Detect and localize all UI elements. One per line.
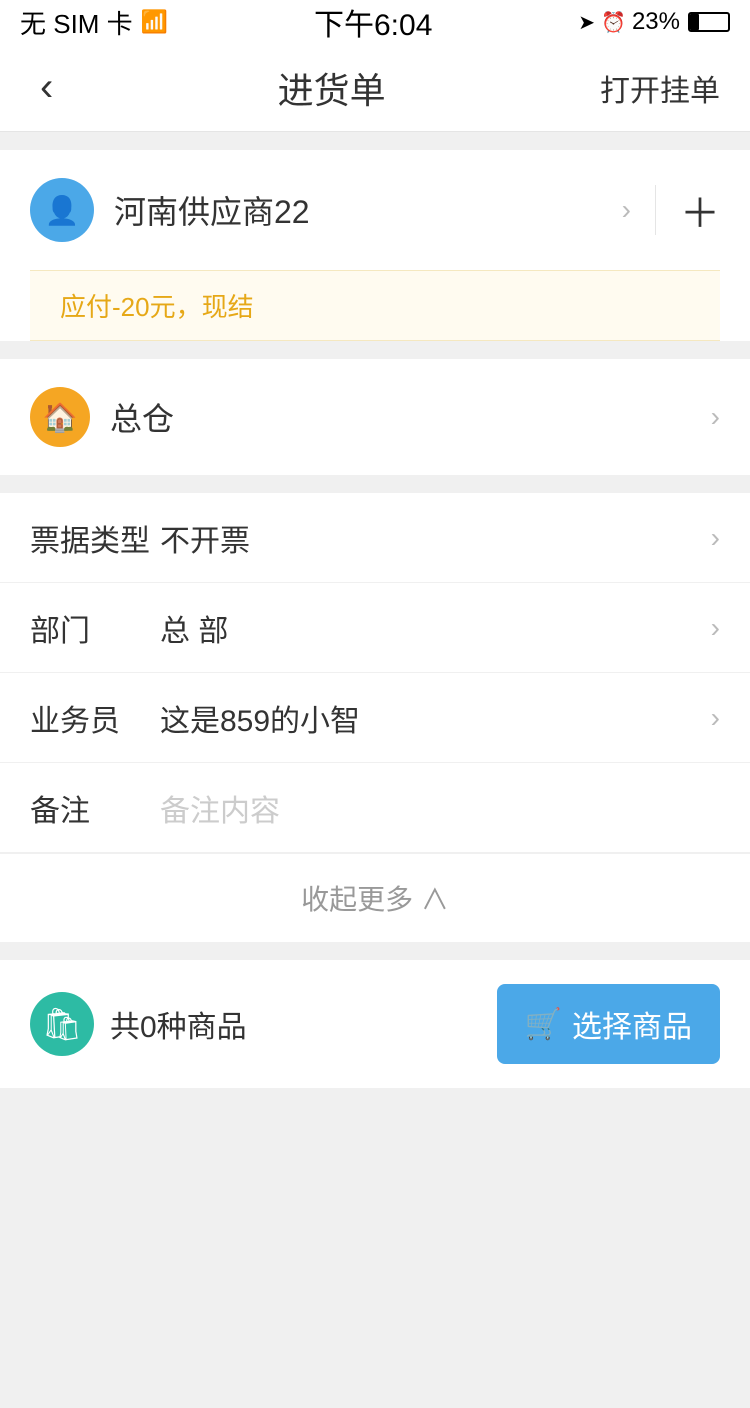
supplier-avatar: 👤 — [30, 178, 94, 242]
alarm-icon: ⏰ — [601, 10, 626, 35]
select-products-label: 选择商品 — [572, 1002, 692, 1046]
warehouse-icon: 🏠 — [30, 387, 90, 447]
salesperson-chevron-icon: › — [711, 702, 720, 734]
status-bar: 无 SIM 卡 📶 下午6:04 ➤ ⏰ 23% — [0, 0, 750, 44]
invoice-type-row[interactable]: 票据类型 不开票 › — [0, 493, 750, 583]
department-row[interactable]: 部门 总 部 › — [0, 583, 750, 673]
wifi-icon: 📶 — [141, 9, 168, 35]
location-icon: ➤ — [578, 10, 595, 35]
remark-input[interactable]: 备注内容 — [160, 786, 720, 830]
products-count: 共0种商品 — [110, 1002, 247, 1046]
nav-bar: ‹ 进货单 打开挂单 — [0, 44, 750, 132]
page-title: 进货单 — [278, 62, 386, 114]
cart-add-icon: 🛒 — [525, 1007, 562, 1042]
status-left: 无 SIM 卡 📶 — [20, 4, 168, 41]
invoice-chevron-icon: › — [711, 522, 720, 554]
carrier-label: 无 SIM 卡 — [20, 4, 133, 41]
person-icon: 👤 — [45, 194, 80, 227]
cart-icon: 🛍 — [30, 992, 94, 1056]
supplier-row[interactable]: 👤 河南供应商22 › ＋ — [30, 150, 720, 270]
supplier-section: 👤 河南供应商22 › ＋ 应付-20元，现结 — [0, 150, 750, 341]
warehouse-chevron-icon: › — [711, 401, 720, 433]
invoice-type-value: 不开票 — [160, 516, 711, 560]
warehouse-name: 总仓 — [110, 394, 711, 440]
add-button[interactable]: ＋ — [680, 181, 720, 239]
vertical-divider — [655, 185, 656, 235]
department-label: 部门 — [30, 606, 160, 650]
battery-icon — [688, 12, 730, 32]
department-value: 总 部 — [160, 606, 711, 650]
remark-label: 备注 — [30, 786, 160, 830]
status-right: ➤ ⏰ 23% — [578, 8, 730, 36]
invoice-type-label: 票据类型 — [30, 516, 160, 560]
notice-text: 应付-20元，现结 — [60, 292, 254, 322]
warehouse-row[interactable]: 🏠 总仓 › — [30, 359, 720, 475]
notice-banner: 应付-20元，现结 — [30, 270, 720, 341]
content-area: 👤 河南供应商22 › ＋ 应付-20元，现结 🏠 总仓 › 票据类型 不开票 … — [0, 150, 750, 1408]
warehouse-section[interactable]: 🏠 总仓 › — [0, 359, 750, 475]
collapse-button[interactable]: 收起更多 ∧ — [301, 878, 449, 918]
form-section: 票据类型 不开票 › 部门 总 部 › 业务员 这是859的小智 › 备注 备注… — [0, 493, 750, 942]
remark-row[interactable]: 备注 备注内容 — [0, 763, 750, 853]
salesperson-value: 这是859的小智 — [160, 696, 711, 740]
products-left: 🛍 共0种商品 — [30, 992, 247, 1056]
salesperson-label: 业务员 — [30, 696, 160, 740]
salesperson-row[interactable]: 业务员 这是859的小智 › — [0, 673, 750, 763]
shopping-bag-icon: 🛍 — [42, 1005, 83, 1043]
department-chevron-icon: › — [711, 612, 720, 644]
status-time: 下午6:04 — [314, 0, 432, 44]
select-products-button[interactable]: 🛒 选择商品 — [497, 984, 720, 1064]
home-icon: 🏠 — [43, 401, 78, 434]
back-button[interactable]: ‹ — [30, 55, 63, 120]
battery-percent: 23% — [632, 8, 680, 36]
open-pending-button[interactable]: 打开挂单 — [600, 66, 720, 110]
collapse-section: 收起更多 ∧ — [0, 853, 750, 942]
supplier-name: 河南供应商22 — [114, 187, 622, 233]
products-section: 🛍 共0种商品 🛒 选择商品 — [0, 960, 750, 1088]
supplier-chevron-icon: › — [622, 194, 631, 226]
bottom-area — [0, 1088, 750, 1408]
